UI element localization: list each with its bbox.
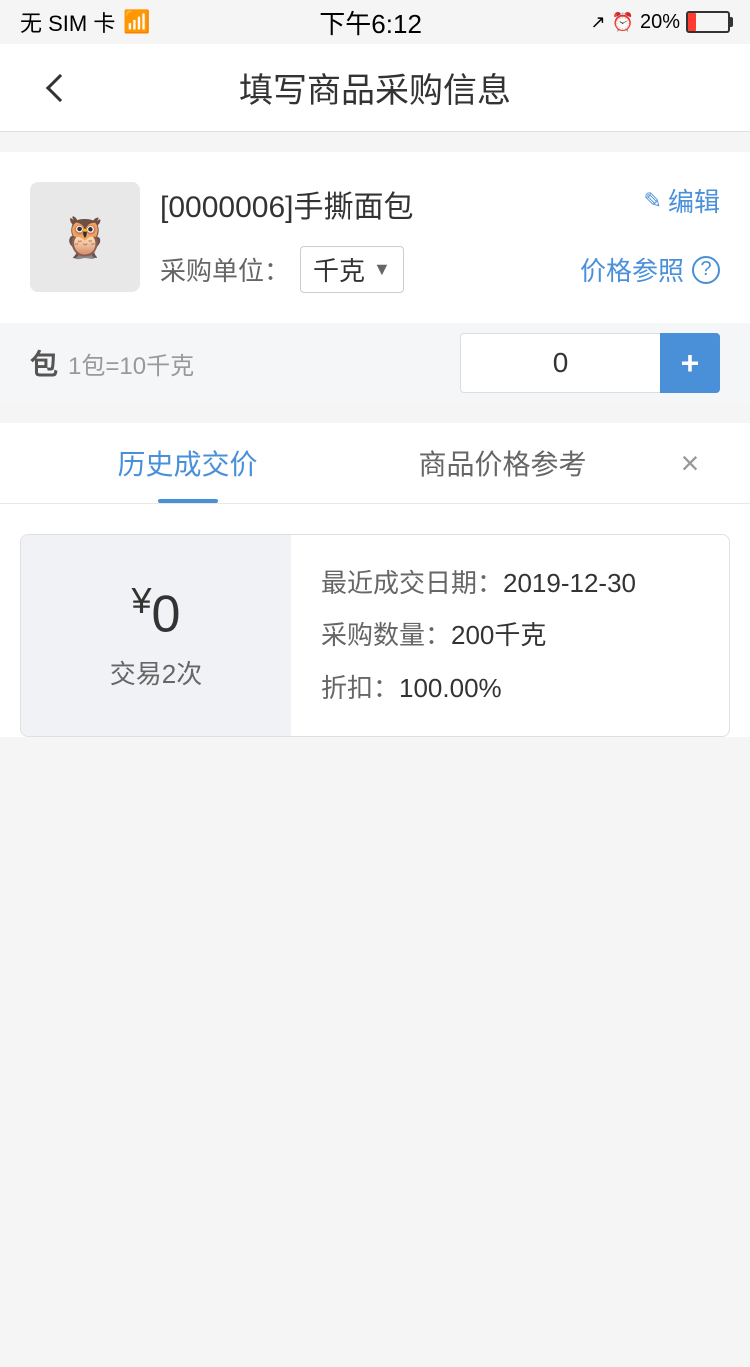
price-ref-label: 价格参照 bbox=[580, 251, 684, 288]
price-reference-button[interactable]: 价格参照 ? bbox=[580, 251, 720, 288]
recent-date-label: 最近成交日期： bbox=[321, 568, 503, 598]
back-icon bbox=[46, 73, 74, 101]
package-ratio: 1包=10千克 bbox=[68, 346, 194, 381]
unit-label: 采购单位： 千克 ▼ bbox=[160, 246, 404, 293]
tab-close-button[interactable]: × bbox=[660, 433, 720, 493]
unit-value: 千克 bbox=[313, 251, 365, 288]
product-card: 🦉 [0000006]手撕面包 ✎ 编辑 采购单位： 千克 ▼ 价格参照 ? bbox=[0, 152, 750, 323]
carrier-text: 无 SIM 卡 bbox=[20, 6, 115, 38]
edit-icon: ✎ bbox=[644, 188, 662, 214]
purchase-qty-value: 200千克 bbox=[451, 620, 546, 650]
page-title: 填写商品采购信息 bbox=[90, 63, 660, 112]
purchase-qty-label: 采购数量： bbox=[321, 620, 451, 650]
bottom-area bbox=[0, 767, 750, 1367]
battery-icon bbox=[686, 11, 730, 33]
quantity-increment-button[interactable]: + bbox=[660, 333, 720, 393]
alarm-icon: ⏰ bbox=[612, 12, 634, 33]
product-header: [0000006]手撕面包 ✎ 编辑 bbox=[160, 182, 720, 226]
location-icon: ↗ bbox=[590, 12, 605, 33]
product-logo: 🦉 bbox=[60, 214, 110, 261]
carrier-info: 无 SIM 卡 📶 bbox=[20, 6, 151, 38]
tab-history-label: 历史成交价 bbox=[117, 443, 257, 483]
price-display: ¥0 bbox=[132, 580, 181, 644]
quantity-input[interactable]: 0 bbox=[460, 333, 660, 393]
package-icon: 包 bbox=[30, 343, 58, 383]
help-icon: ? bbox=[692, 256, 720, 284]
status-bar: 无 SIM 卡 📶 下午6:12 ↗ ⏰ 20% bbox=[0, 0, 750, 44]
history-price-section: ¥0 交易2次 bbox=[21, 535, 291, 736]
history-details-section: 最近成交日期：2019-12-30 采购数量：200千克 折扣：100.00% bbox=[291, 535, 729, 736]
unit-selector[interactable]: 千克 ▼ bbox=[300, 246, 404, 293]
battery-pct: 20% bbox=[640, 11, 680, 34]
package-info: 包 1包=10千克 bbox=[30, 343, 194, 383]
discount-value: 100.00% bbox=[399, 673, 502, 703]
product-info: [0000006]手撕面包 ✎ 编辑 采购单位： 千克 ▼ 价格参照 ? bbox=[160, 182, 720, 293]
tab-section: 历史成交价 商品价格参考 × ¥0 交易2次 最近成交日期：2019-12-30… bbox=[0, 423, 750, 737]
system-indicators: ↗ ⏰ 20% bbox=[590, 11, 730, 34]
purchase-qty-row: 采购数量：200千克 bbox=[321, 617, 699, 653]
currency-symbol: ¥ bbox=[132, 580, 152, 621]
product-name: [0000006]手撕面包 bbox=[160, 182, 413, 226]
recent-date-value: 2019-12-30 bbox=[503, 568, 636, 598]
history-card: ¥0 交易2次 最近成交日期：2019-12-30 采购数量：200千克 折扣：… bbox=[20, 534, 730, 737]
edit-button[interactable]: ✎ 编辑 bbox=[644, 182, 720, 219]
trade-count: 交易2次 bbox=[110, 654, 202, 691]
tab-active-indicator bbox=[158, 499, 218, 503]
edit-label: 编辑 bbox=[668, 182, 720, 219]
nav-bar: 填写商品采购信息 bbox=[0, 44, 750, 132]
chevron-down-icon: ▼ bbox=[373, 259, 391, 280]
tab-price-ref-label: 商品价格参考 bbox=[418, 443, 586, 483]
price-value: 0 bbox=[152, 585, 181, 643]
quantity-controls: 0 + bbox=[460, 333, 720, 393]
tab-header: 历史成交价 商品价格参考 × bbox=[0, 423, 750, 504]
tab-price-reference[interactable]: 商品价格参考 bbox=[345, 423, 660, 503]
recent-date-row: 最近成交日期：2019-12-30 bbox=[321, 565, 699, 601]
quantity-row: 包 1包=10千克 0 + bbox=[0, 323, 750, 403]
tab-history-price[interactable]: 历史成交价 bbox=[30, 423, 345, 503]
wifi-icon: 📶 bbox=[123, 9, 150, 35]
product-thumbnail: 🦉 bbox=[30, 182, 140, 292]
quantity-value: 0 bbox=[553, 347, 569, 379]
discount-row: 折扣：100.00% bbox=[321, 670, 699, 706]
unit-row: 采购单位： 千克 ▼ 价格参照 ? bbox=[160, 246, 720, 293]
discount-label: 折扣： bbox=[321, 673, 399, 703]
time-display: 下午6:12 bbox=[319, 4, 422, 41]
back-button[interactable] bbox=[30, 58, 90, 118]
